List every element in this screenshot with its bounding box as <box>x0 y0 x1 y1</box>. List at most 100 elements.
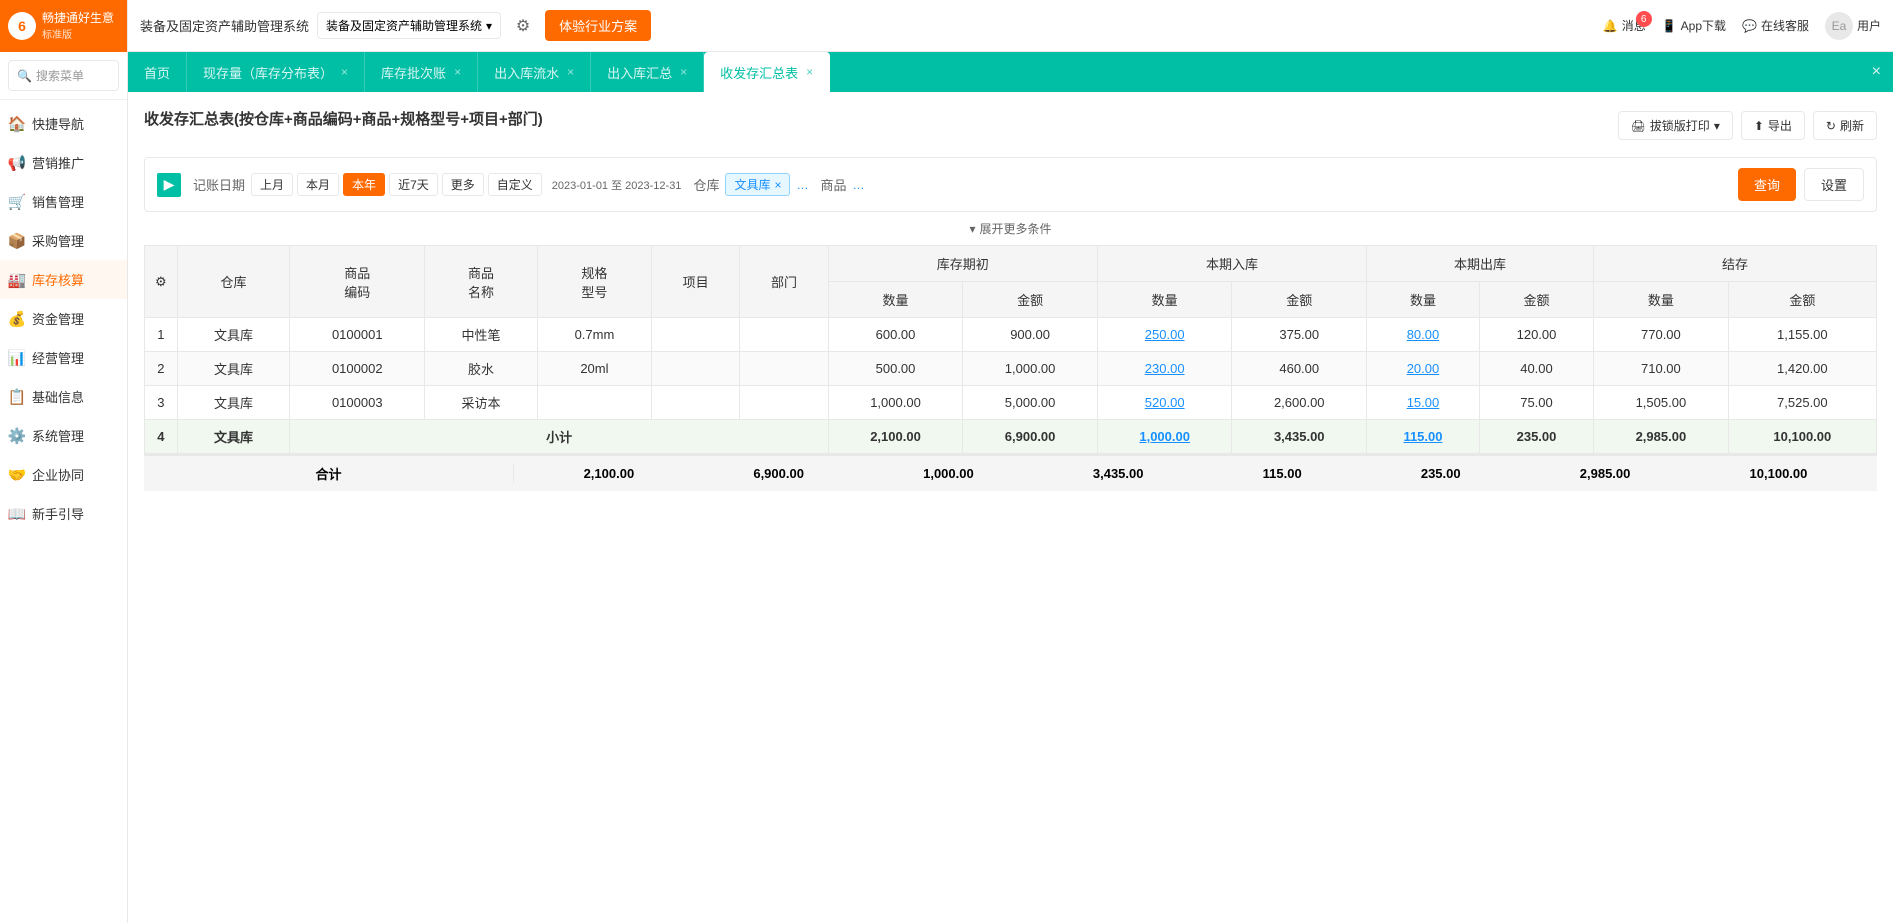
current-month-button[interactable]: 本月 <box>297 173 339 196</box>
tab-close-stock-dist[interactable]: × <box>341 65 348 79</box>
sidebar-item-inventory[interactable]: 🏭 库存核算 <box>0 260 127 299</box>
filter-actions: 查询 设置 <box>1738 168 1864 201</box>
tab-in-out-flow[interactable]: 出入库流水 × <box>478 52 591 92</box>
page-title: 收发存汇总表(按仓库+商品编码+商品+规格型号+项目+部门) <box>144 108 543 129</box>
table-container: ⚙ 仓库 商品编码 商品名称 规格型号 项目 部门 库存期初 本期入库 本期出库 <box>144 245 1877 454</box>
row2-warehouse: 文具库 <box>177 352 290 386</box>
export-button[interactable]: ⬆ 导出 <box>1741 111 1805 140</box>
notification-badge: 6 <box>1636 11 1652 27</box>
app-edition: 标准版 <box>42 26 114 41</box>
col-goods-name-header: 商品名称 <box>425 246 538 318</box>
total-in-amt: 3,435.00 <box>1093 466 1144 481</box>
sidebar-item-system[interactable]: ⚙️ 系统管理 <box>0 416 127 455</box>
experience-button[interactable]: 体验行业方案 <box>545 10 651 41</box>
tab-close-in-out-flow[interactable]: × <box>567 65 574 79</box>
app-download-button[interactable]: 📱 App下载 <box>1662 17 1726 34</box>
notification-button[interactable]: 🔔 消息 6 <box>1603 17 1646 34</box>
row1-out-qty[interactable]: 80.00 <box>1367 318 1480 352</box>
warehouse-filter-label: 仓库 <box>693 175 719 194</box>
system-dropdown[interactable]: 装备及固定资产辅助管理系统 ▾ <box>317 12 501 39</box>
subtotal-opening-qty: 2,100.00 <box>828 420 963 454</box>
row2-in-qty[interactable]: 230.00 <box>1097 352 1232 386</box>
warehouse-tag[interactable]: 文具库 × <box>725 173 790 196</box>
row2-out-qty[interactable]: 20.00 <box>1367 352 1480 386</box>
sidebar-item-business[interactable]: 📊 经营管理 <box>0 338 127 377</box>
refresh-button[interactable]: ↻ 刷新 <box>1813 111 1877 140</box>
total-out-amt: 235.00 <box>1421 466 1461 481</box>
filter-toggle-button[interactable]: ▶ <box>157 173 181 197</box>
sidebar-item-sales[interactable]: 🛒 销售管理 <box>0 182 127 221</box>
row1-project <box>652 318 740 352</box>
current-year-button[interactable]: 本年 <box>343 173 385 196</box>
more-date-button[interactable]: 更多 <box>442 173 484 196</box>
date-range-display: 2023-01-01 至 2023-12-31 <box>552 177 682 193</box>
row3-goods-spec <box>537 386 651 420</box>
total-bar: 合计 2,100.00 6,900.00 1,000.00 3,435.00 1… <box>144 454 1877 491</box>
online-service-button[interactable]: 💬 在线客服 <box>1742 17 1809 34</box>
tab-close-batch-ledger[interactable]: × <box>454 65 461 79</box>
system-title: 装备及固定资产辅助管理系统 <box>140 16 309 35</box>
row1-balance-qty: 770.00 <box>1594 318 1729 352</box>
last-7-days-button[interactable]: 近7天 <box>389 173 438 196</box>
sidebar-item-basic[interactable]: 📋 基础信息 <box>0 377 127 416</box>
tab-receive-pay-summary[interactable]: 收发存汇总表 × <box>704 52 830 92</box>
col-period-out-header: 本期出库 <box>1367 246 1594 282</box>
warehouse-tag-close[interactable]: × <box>774 178 781 192</box>
row2-department <box>740 352 828 386</box>
sidebar-item-newbie[interactable]: 📖 新手引导 <box>0 494 127 533</box>
col-balance-header: 结存 <box>1594 246 1877 282</box>
prev-month-button[interactable]: 上月 <box>251 173 293 196</box>
col-goods-code-header: 商品编码 <box>290 246 425 318</box>
subtotal-warehouse: 文具库 <box>177 420 290 454</box>
purchase-icon: 📦 <box>8 232 26 250</box>
export-icon: ⬆ <box>1754 119 1764 133</box>
total-out-qty: 115.00 <box>1263 466 1302 481</box>
query-button[interactable]: 查询 <box>1738 168 1796 201</box>
row1-opening-amt: 900.00 <box>963 318 1098 352</box>
sidebar-item-finance[interactable]: 💰 资金管理 <box>0 299 127 338</box>
row1-in-qty[interactable]: 250.00 <box>1097 318 1232 352</box>
top-bar-right: 🔔 消息 6 📱 App下载 💬 在线客服 Ea 用户 <box>1603 12 1881 40</box>
tab-in-out-summary[interactable]: 出入库汇总 × <box>591 52 704 92</box>
content-area: 收发存汇总表(按仓库+商品编码+商品+规格型号+项目+部门) 🖨 拔锁版打印 ▾… <box>128 92 1893 923</box>
row1-opening-qty: 600.00 <box>828 318 963 352</box>
tab-stock-dist[interactable]: 现存量（库存分布表） × <box>187 52 365 92</box>
table-row: 1 文具库 0100001 中性笔 0.7mm 600.00 900.00 25… <box>145 318 1877 352</box>
expand-more-button[interactable]: ▾ 展开更多条件 <box>969 220 1051 237</box>
tab-bar-close-button[interactable]: × <box>1860 63 1893 81</box>
row1-balance-amt: 1,155.00 <box>1728 318 1876 352</box>
sidebar-item-enterprise[interactable]: 🤝 企业协同 <box>0 455 127 494</box>
search-menu-button[interactable]: 🔍 搜索菜单 <box>8 60 119 91</box>
sidebar-item-marketing[interactable]: 📢 营销推广 <box>0 143 127 182</box>
col-settings-header[interactable]: ⚙ <box>145 246 178 318</box>
tab-home[interactable]: 首页 <box>128 52 187 92</box>
date-filter-group: 记账日期 上月 本月 本年 近7天 更多 自定义 2023-01-01 至 20… <box>193 173 681 196</box>
row3-in-qty[interactable]: 520.00 <box>1097 386 1232 420</box>
tab-close-receive-pay-summary[interactable]: × <box>806 65 813 79</box>
subtotal-in-qty[interactable]: 1,000.00 <box>1097 420 1232 454</box>
sidebar-nav: 🏠 快捷导航 📢 营销推广 🛒 销售管理 📦 采购管理 🏭 库存核算 💰 <box>0 100 127 923</box>
subtotal-out-qty[interactable]: 115.00 <box>1367 420 1480 454</box>
settings-button[interactable]: ⚙ <box>509 12 537 40</box>
goods-more-button[interactable]: … <box>853 178 865 192</box>
sidebar-search-area[interactable]: 🔍 搜索菜单 <box>0 52 127 100</box>
row3-goods-code: 0100003 <box>290 386 425 420</box>
warehouse-more-button[interactable]: … <box>796 178 808 192</box>
custom-date-button[interactable]: 自定义 <box>488 173 542 196</box>
user-menu-button[interactable]: Ea 用户 <box>1825 12 1881 40</box>
inventory-icon: 🏭 <box>8 271 26 289</box>
row2-project <box>652 352 740 386</box>
tab-close-in-out-summary[interactable]: × <box>680 65 687 79</box>
print-button[interactable]: 🖨 拔锁版打印 ▾ <box>1618 111 1733 140</box>
sidebar-item-quick-nav[interactable]: 🏠 快捷导航 <box>0 104 127 143</box>
sidebar-item-purchase[interactable]: 📦 采购管理 <box>0 221 127 260</box>
tab-batch-ledger[interactable]: 库存批次账 × <box>365 52 478 92</box>
row1-warehouse: 文具库 <box>177 318 290 352</box>
chevron-down-icon: ▾ <box>1714 119 1720 133</box>
date-filter-label: 记账日期 <box>193 175 245 194</box>
filter-settings-button[interactable]: 设置 <box>1804 168 1864 201</box>
row3-out-qty[interactable]: 15.00 <box>1367 386 1480 420</box>
col-project-header: 项目 <box>652 246 740 318</box>
col-period-in-header: 本期入库 <box>1097 246 1366 282</box>
col-in-qty-header: 数量 <box>1097 282 1232 318</box>
